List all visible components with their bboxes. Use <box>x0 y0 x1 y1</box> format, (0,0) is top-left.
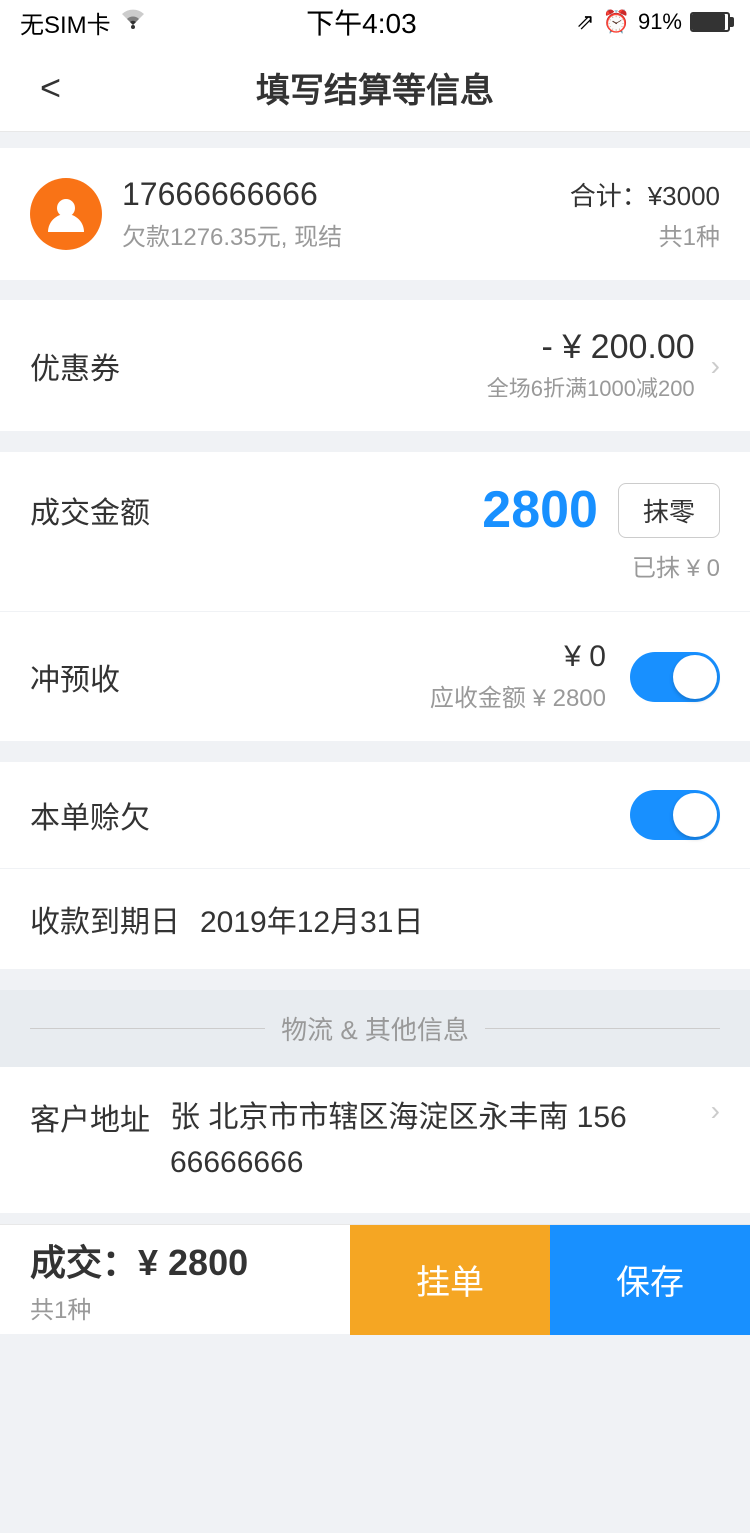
coupon-right: - ¥ 200.00 全场6折满1000减200 › <box>487 328 720 403</box>
status-right: ⇗ ⏰ 91% <box>576 9 730 35</box>
coupon-label: 优惠券 <box>30 344 120 388</box>
customer-info: 17666666666 欠款1276.35元, 现结 <box>122 176 342 252</box>
status-left: 无SIM卡 <box>20 5 147 40</box>
customer-sub: 欠款1276.35元, 现结 <box>122 217 342 252</box>
alarm-icon: ⏰ <box>603 9 630 35</box>
bottom-count: 共1种 <box>30 1290 320 1325</box>
save-button[interactable]: 保存 <box>550 1225 750 1335</box>
due-section: 收款到期日 2019年12月31日 <box>0 869 750 970</box>
bottom-summary: 成交：¥ 2800 共1种 <box>0 1234 350 1325</box>
customer-right: 合计：¥3000 共1种 <box>570 176 720 252</box>
address-value: 张 北京市市辖区海淀区永丰南 156 66666666 <box>170 1095 711 1185</box>
logistics-divider: 物流 & 其他信息 <box>0 990 750 1067</box>
prepay-sub: 应收金额 ¥ 2800 <box>430 678 606 713</box>
prepay-values: ¥ 0 应收金额 ¥ 2800 <box>430 640 606 713</box>
prepay-right: ¥ 0 应收金额 ¥ 2800 <box>430 640 720 713</box>
logistics-text: 物流 & 其他信息 <box>281 1010 469 1047</box>
page-title: 填写结算等信息 <box>256 63 494 112</box>
bottom-bar: 成交：¥ 2800 共1种 挂单 保存 <box>0 1224 750 1334</box>
section-sep-4 <box>0 970 750 990</box>
total-count: 共1种 <box>570 217 720 252</box>
coupon-sub: 全场6折满1000减200 <box>487 371 695 403</box>
bottom-deal-label: 成交： <box>30 1242 138 1283</box>
suspend-button[interactable]: 挂单 <box>350 1225 550 1335</box>
battery-percent: 91% <box>638 9 682 35</box>
customer-phone: 17666666666 <box>122 176 342 213</box>
section-sep-3 <box>0 742 750 762</box>
chevron-right-icon: › <box>711 350 720 382</box>
wifi-icon <box>119 8 147 36</box>
arrears-toggle[interactable] <box>630 790 720 840</box>
section-sep-2 <box>0 432 750 452</box>
avatar <box>30 178 102 250</box>
bottom-deal-amount: ¥ 2800 <box>138 1242 248 1283</box>
prepay-toggle[interactable] <box>630 652 720 702</box>
deal-row: 成交金额 2800 抹零 <box>30 480 720 540</box>
coupon-amount: - ¥ 200.00 <box>487 328 695 367</box>
arrears-toggle-knob <box>673 793 717 837</box>
status-bar: 无SIM卡 下午4:03 ⇗ ⏰ 91% <box>0 0 750 44</box>
deal-label: 成交金额 <box>30 488 150 532</box>
back-button[interactable]: < <box>30 57 71 119</box>
battery-icon <box>690 12 730 32</box>
deal-sub: 已抹 ¥ 0 <box>30 548 720 583</box>
prepay-label: 冲预收 <box>30 655 120 699</box>
section-sep-1 <box>0 280 750 300</box>
avatar-icon <box>44 192 88 236</box>
status-time: 下午4:03 <box>306 2 417 42</box>
divider-line-left <box>30 1028 265 1029</box>
prepay-section: 冲预收 ¥ 0 应收金额 ¥ 2800 <box>0 612 750 742</box>
deal-section: 成交金额 2800 抹零 已抹 ¥ 0 <box>0 452 750 612</box>
arrears-label: 本单赊欠 <box>30 793 150 837</box>
toggle-knob <box>673 655 717 699</box>
location-icon: ⇗ <box>576 9 594 35</box>
divider-line-right <box>485 1028 720 1029</box>
customer-left: 17666666666 欠款1276.35元, 现结 <box>30 176 342 252</box>
total-label: 合计：¥3000 <box>570 176 720 213</box>
arrears-section: 本单赊欠 <box>0 762 750 869</box>
coupon-row[interactable]: 优惠券 - ¥ 200.00 全场6折满1000减200 › <box>0 300 750 432</box>
address-label: 客户地址 <box>30 1095 150 1139</box>
due-date: 2019年12月31日 <box>200 897 423 941</box>
customer-card: 17666666666 欠款1276.35元, 现结 合计：¥3000 共1种 <box>0 148 750 280</box>
carrier-text: 无SIM卡 <box>20 5 111 40</box>
address-section[interactable]: 客户地址 张 北京市市辖区海淀区永丰南 156 66666666 › <box>0 1067 750 1213</box>
address-chevron-icon: › <box>711 1095 720 1127</box>
deal-amount: 2800 <box>482 480 598 540</box>
prepay-amount: ¥ 0 <box>430 640 606 674</box>
nav-bar: < 填写结算等信息 <box>0 44 750 132</box>
deal-right: 2800 抹零 <box>482 480 720 540</box>
due-label: 收款到期日 <box>30 897 180 941</box>
bottom-deal: 成交：¥ 2800 <box>30 1234 320 1286</box>
round-button[interactable]: 抹零 <box>618 483 720 538</box>
